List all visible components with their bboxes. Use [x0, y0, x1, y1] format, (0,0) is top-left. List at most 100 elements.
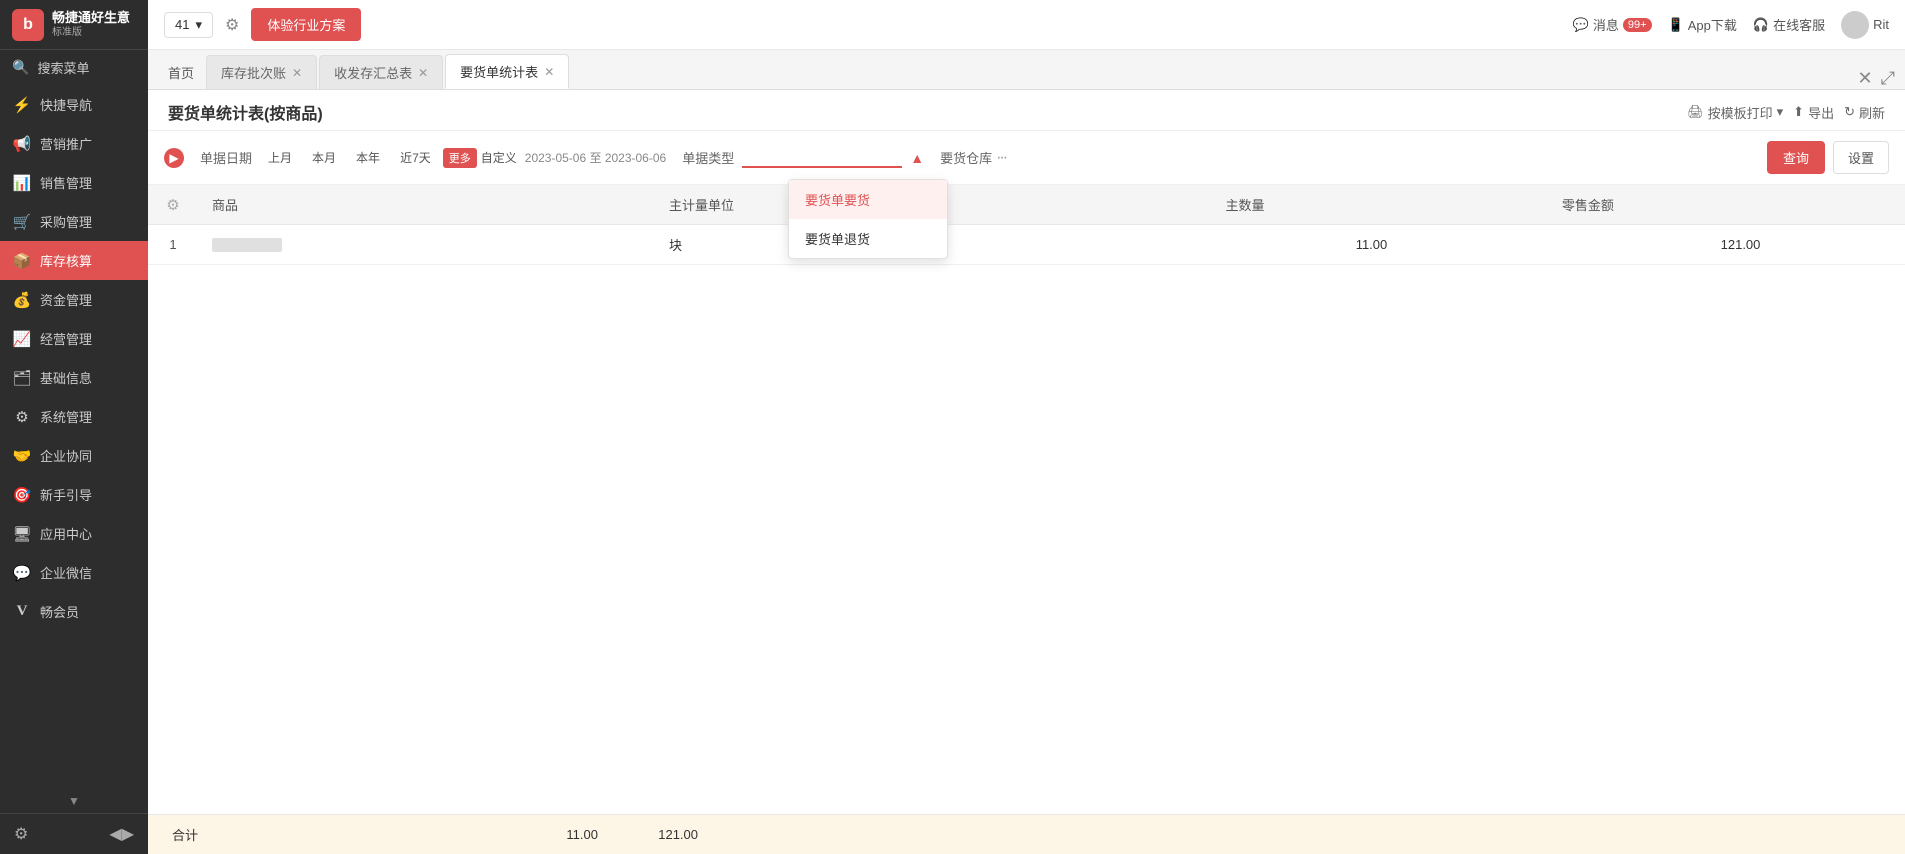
col-header-product: 商品 — [198, 185, 655, 225]
tab-yaohuo[interactable]: 要货单统计表 ✕ — [445, 54, 569, 89]
xitong-icon: ⚙ — [12, 408, 32, 426]
dropdown-item-tuihuo[interactable]: 要货单退货 — [789, 219, 947, 258]
table-container: ⚙ 商品 主计量单位 主数量 零售金额 — [148, 185, 1905, 814]
page: 要货单统计表(按商品) 🖨 按模板打印 ▾ ⬆ 导出 ↻ 刷新 ▶ — [148, 90, 1905, 854]
row-extra — [1774, 225, 1905, 265]
tab-kucun-pici[interactable]: 库存批次账 ✕ — [206, 55, 317, 89]
sidebar-item-kucun[interactable]: 📦 库存核算 — [0, 241, 148, 280]
kuaijie-icon: ⚡ — [12, 96, 32, 114]
filter-actions: 查询 设置 — [1767, 141, 1889, 174]
app-logo-text: 畅捷通好生意 标准版 — [52, 10, 130, 40]
page-title: 要货单统计表(按商品) — [168, 100, 323, 124]
type-filter-input[interactable] — [742, 147, 902, 168]
sidebar-item-yingxiao[interactable]: 📢 营销推广 — [0, 124, 148, 163]
tabbar-actions: ✕ ⤢ — [1858, 68, 1896, 89]
more-dates-btn[interactable]: 更多 — [443, 148, 477, 168]
type-dropdown: 要货单要货 要货单退货 — [788, 179, 948, 259]
tab-close-yaohuo[interactable]: ✕ — [544, 65, 554, 79]
date-buttons: 上月 本月 本年 近7天 更多 自定义 — [260, 146, 517, 169]
online-service-btn[interactable]: 🎧 在线客服 — [1753, 15, 1825, 34]
sidebar-search[interactable]: 🔍 搜索菜单 — [0, 50, 148, 85]
message-icon: 💬 — [1573, 17, 1589, 33]
refresh-btn[interactable]: ↻ 刷新 — [1844, 103, 1885, 122]
export-btn[interactable]: ⬆ 导出 — [1793, 103, 1834, 122]
org-selector[interactable]: 41 ▾ — [164, 12, 213, 38]
tab-close-shoufasun[interactable]: ✕ — [418, 66, 428, 80]
app-download-btn[interactable]: 📱 App下载 — [1668, 15, 1737, 34]
sidebar-item-xinshou[interactable]: 🎯 新手引导 — [0, 475, 148, 514]
tab-close-kucun[interactable]: ✕ — [292, 66, 302, 80]
sidebar-item-jingying[interactable]: 📈 经营管理 — [0, 319, 148, 358]
sidebar-item-yingyong[interactable]: 🖥 应用中心 — [0, 514, 148, 553]
tab-home[interactable]: 首页 — [158, 56, 204, 89]
collapse-icon[interactable]: ◀▶ — [109, 824, 134, 844]
custom-date-btn[interactable]: 自定义 — [481, 149, 517, 166]
caigou-icon: 🛒 — [12, 213, 32, 231]
export-icon: ⬆ — [1793, 104, 1804, 120]
last-7days-btn[interactable]: 近7天 — [392, 146, 439, 169]
dropdown-item-yaohuo[interactable]: 要货单要货 — [789, 180, 947, 219]
phone-icon: 📱 — [1668, 17, 1684, 33]
filter-bar: ▶ 单据日期 上月 本月 本年 近7天 更多 自定义 2023-05-06 至 … — [148, 131, 1905, 185]
filter-expand-btn[interactable]: ▶ — [164, 148, 184, 168]
print-icon: 🖨 — [1687, 104, 1704, 120]
sidebar-item-jichu[interactable]: 🗂 基础信息 — [0, 358, 148, 397]
topbar-right: 💬 消息 99+ 📱 App下载 🎧 在线客服 Rit — [1573, 11, 1889, 39]
kucun-icon: 📦 — [12, 252, 32, 270]
date-filter-group: 单据日期 上月 本月 本年 近7天 更多 自定义 2023-05-06 至 20… — [200, 146, 666, 169]
sidebar-item-kuaijie[interactable]: ⚡ 快捷导航 — [0, 85, 148, 124]
weixin-icon: 💬 — [12, 564, 32, 582]
warehouse-dots-icon[interactable]: ··· — [996, 149, 1006, 167]
sidebar-logo: b 畅捷通好生意 标准版 — [0, 0, 148, 50]
tabbar: 首页 库存批次账 ✕ 收发存汇总表 ✕ 要货单统计表 ✕ ✕ ⤢ — [148, 50, 1905, 90]
sidebar: b 畅捷通好生意 标准版 🔍 搜索菜单 ⚡ 快捷导航 📢 营销推广 📊 销售管理… — [0, 0, 148, 854]
jingying-icon: 📈 — [12, 330, 32, 348]
topbar-left: 41 ▾ ⚙ 体验行业方案 — [164, 8, 361, 41]
trial-button[interactable]: 体验行业方案 — [251, 8, 361, 41]
settings-btn[interactable]: 设置 — [1833, 141, 1889, 174]
page-actions: 🖨 按模板打印 ▾ ⬆ 导出 ↻ 刷新 — [1687, 103, 1885, 122]
row-amount: 121.00 — [1401, 225, 1774, 265]
this-year-btn[interactable]: 本年 — [348, 146, 388, 169]
topbar-gear-icon[interactable]: ⚙ — [225, 15, 239, 35]
jichu-icon: 🗂 — [12, 369, 32, 387]
xiaoshou-icon: 📊 — [12, 174, 32, 192]
headset-icon: 🎧 — [1753, 17, 1769, 33]
yingyong-icon: 🖥 — [12, 525, 32, 543]
footer-amount: 121.00 — [612, 827, 712, 842]
tab-expand-icon[interactable]: ⤢ — [1881, 68, 1895, 89]
sidebar-item-xiaoshou[interactable]: 📊 销售管理 — [0, 163, 148, 202]
table-header-row: ⚙ 商品 主计量单位 主数量 零售金额 — [148, 185, 1905, 225]
message-btn[interactable]: 💬 消息 99+ — [1573, 15, 1652, 34]
table-footer: 合计 11.00 121.00 — [148, 814, 1905, 854]
user-avatar-area[interactable]: Rit — [1841, 11, 1889, 39]
column-settings-icon[interactable]: ⚙ — [166, 197, 179, 214]
tab-shoufasun[interactable]: 收发存汇总表 ✕ — [319, 55, 443, 89]
sidebar-scroll-down[interactable]: ▼ — [0, 789, 148, 813]
sidebar-item-qiye[interactable]: 🤝 企业协同 — [0, 436, 148, 475]
this-month-btn[interactable]: 本月 — [304, 146, 344, 169]
sidebar-item-zijin[interactable]: 💰 资金管理 — [0, 280, 148, 319]
sidebar-item-weixin[interactable]: 💬 企业微信 — [0, 553, 148, 592]
query-btn[interactable]: 查询 — [1767, 141, 1825, 174]
sidebar-item-huiyuan[interactable]: V 畅会员 — [0, 592, 148, 631]
app-logo-icon: b — [12, 9, 44, 41]
sidebar-item-caigou[interactable]: 🛒 采购管理 — [0, 202, 148, 241]
col-header-amount: 零售金额 — [1401, 185, 1774, 225]
last-month-btn[interactable]: 上月 — [260, 146, 300, 169]
date-range-display: 2023-05-06 至 2023-06-06 — [525, 149, 666, 166]
print-btn[interactable]: 🖨 按模板打印 ▾ — [1687, 103, 1783, 122]
tab-close-all-icon[interactable]: ✕ — [1858, 68, 1873, 89]
settings-icon[interactable]: ⚙ — [14, 824, 28, 844]
sidebar-nav: ⚡ 快捷导航 📢 营销推广 📊 销售管理 🛒 采购管理 📦 库存核算 💰 资金管… — [0, 85, 148, 789]
topbar: 41 ▾ ⚙ 体验行业方案 💬 消息 99+ 📱 App下载 🎧 在线客服 — [148, 0, 1905, 50]
type-dropdown-arrow[interactable]: ▲ — [910, 150, 924, 166]
sidebar-item-xitong[interactable]: ⚙ 系统管理 — [0, 397, 148, 436]
table-row: 1 块 11.00 121.00 — [148, 225, 1905, 265]
dropdown-chevron-icon: ▾ — [195, 17, 202, 33]
data-table: ⚙ 商品 主计量单位 主数量 零售金额 — [148, 185, 1905, 265]
huiyuan-icon: V — [12, 603, 32, 620]
warehouse-filter-group: 要货仓库 ··· — [940, 148, 1006, 167]
zijin-icon: 💰 — [12, 291, 32, 309]
search-icon: 🔍 — [12, 59, 29, 76]
